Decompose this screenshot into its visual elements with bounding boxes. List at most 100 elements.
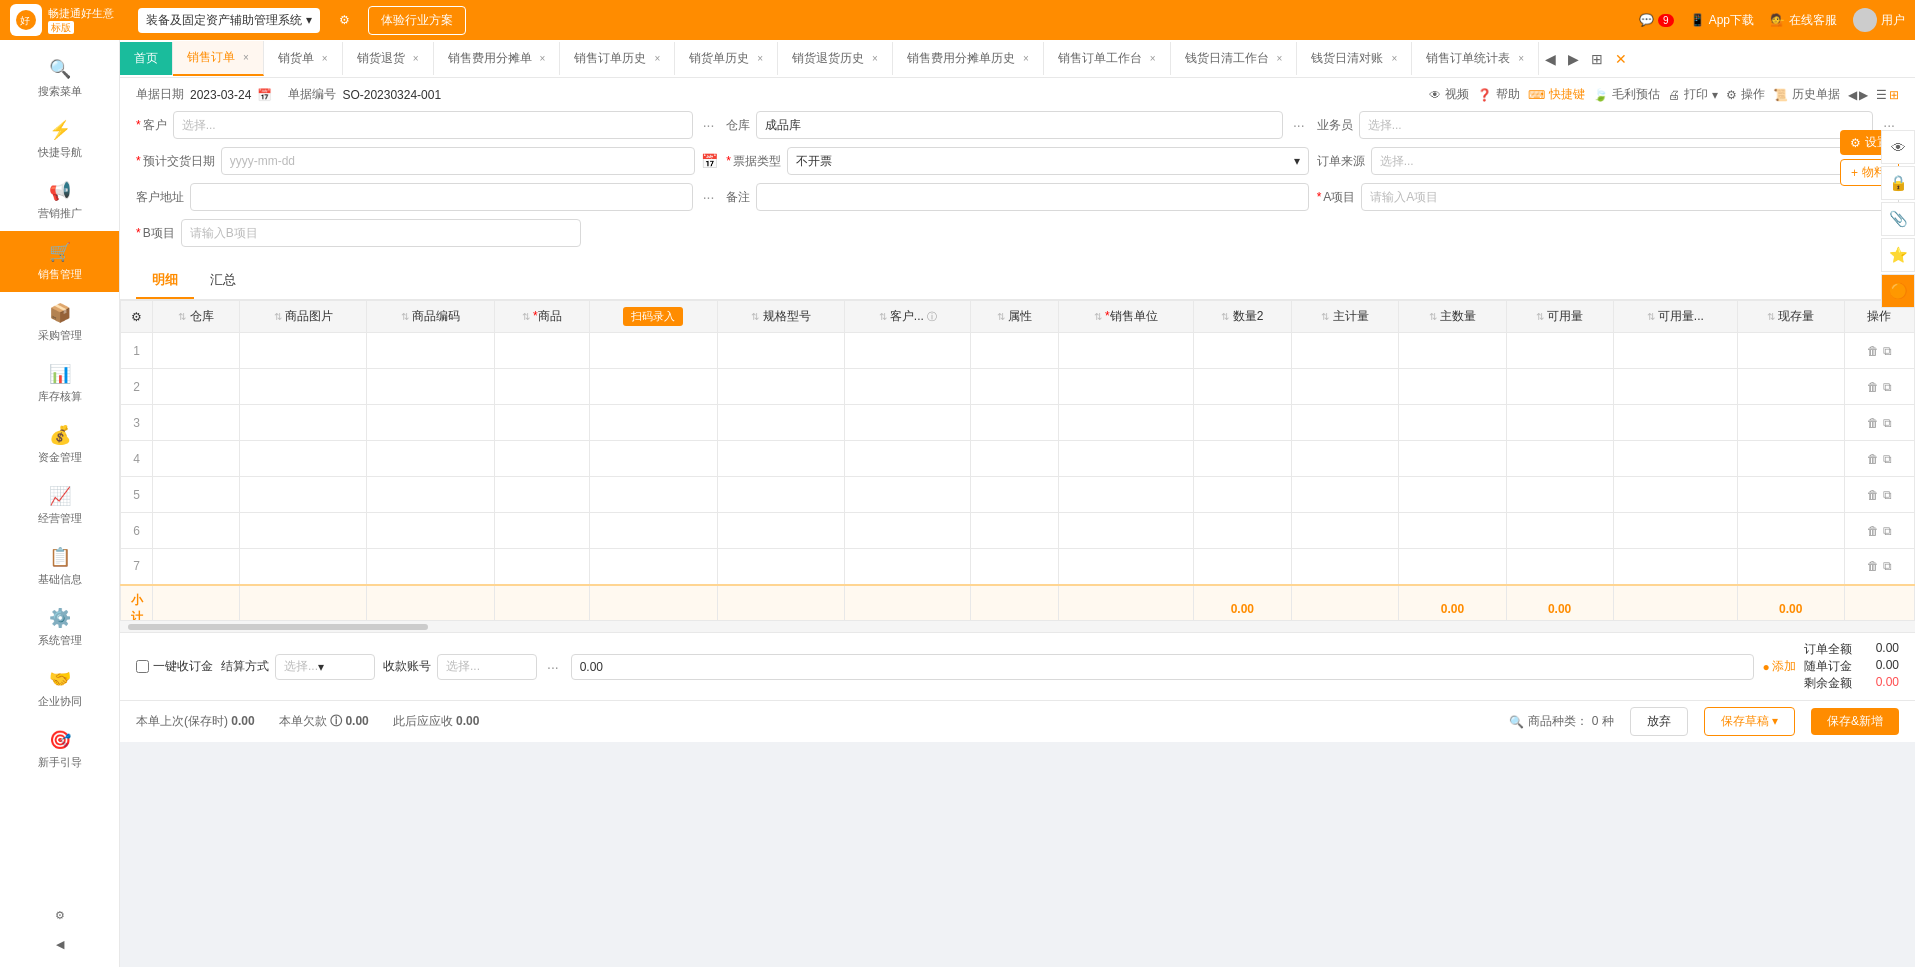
prev-record-btn[interactable]: ◀ [1848,88,1857,102]
cell-quantity2[interactable] [1193,477,1291,513]
sidebar-item-enterprise[interactable]: 🤝 企业协同 [0,658,119,719]
cell-spec[interactable] [718,477,845,513]
copy-icon[interactable]: ⧉ [1883,416,1892,430]
cell-main-qty[interactable] [1399,441,1506,477]
sidebar-item-guide[interactable]: 🎯 新手引导 [0,719,119,780]
tab-close-all-btn[interactable]: ✕ [1609,43,1633,75]
cell-image[interactable] [240,513,367,549]
cell-attributes[interactable] [971,477,1058,513]
cell-spec[interactable] [718,369,845,405]
cell-customer-code[interactable] [845,405,971,441]
cell-current-qty[interactable] [1737,333,1844,369]
payment-method-select[interactable]: 选择... ▾ [275,654,375,680]
sidebar-item-purchase[interactable]: 📦 采购管理 [0,292,119,353]
add-btn[interactable]: ● 添加 [1762,658,1795,675]
cell-code[interactable] [367,549,494,585]
cell-main-unit[interactable] [1292,513,1399,549]
sidebar-item-system[interactable]: ⚙️ 系统管理 [0,597,119,658]
tab-order-workbench[interactable]: 销售订单工作台 × [1044,42,1171,75]
cell-main-unit[interactable] [1292,333,1399,369]
cell-actions[interactable]: 🗑 ⧉ [1844,513,1914,549]
cell-code[interactable] [367,369,494,405]
tab-close-icon[interactable]: × [1150,53,1156,64]
cell-main-qty[interactable] [1399,405,1506,441]
sidebar-settings-btn[interactable]: ⚙ [0,901,119,930]
amount-input[interactable]: 0.00 [571,654,1755,680]
sidebar-item-marketing[interactable]: 📢 营销推广 [0,170,119,231]
receipt-dots-btn[interactable]: ··· [543,659,563,675]
delete-icon[interactable]: 🗑 [1867,452,1879,466]
cell-sales-unit[interactable] [1058,405,1193,441]
industry-btn[interactable]: 体验行业方案 [368,6,466,35]
cell-main-unit[interactable] [1292,405,1399,441]
cell-available-qty[interactable] [1506,477,1613,513]
address-input-wrap[interactable] [190,183,693,211]
cell-attributes[interactable] [971,513,1058,549]
discard-btn[interactable]: 放弃 [1630,707,1688,736]
cell-image[interactable] [240,333,367,369]
settings-icon[interactable]: ⚙ [328,4,360,36]
cell-spec[interactable] [718,513,845,549]
print-dropdown-icon[interactable]: ▾ [1712,88,1718,102]
delete-icon[interactable]: 🗑 [1867,524,1879,538]
cell-product[interactable] [494,441,589,477]
system-selector[interactable]: 装备及固定资产辅助管理系统 ▾ [138,8,320,33]
copy-icon[interactable]: ⧉ [1883,380,1892,394]
one-click-checkout-checkbox[interactable]: 一键收订金 [136,658,213,675]
delete-icon[interactable]: 🗑 [1867,559,1879,573]
tab-close-icon[interactable]: × [757,53,763,64]
tab-close-icon[interactable]: × [1518,53,1524,64]
tab-close-icon[interactable]: × [654,53,660,64]
cell-main-unit[interactable] [1292,549,1399,585]
cell-attributes[interactable] [971,441,1058,477]
cell-main-qty[interactable] [1399,333,1506,369]
tab-close-icon[interactable]: × [322,53,328,64]
cell-product[interactable] [494,333,589,369]
print-action[interactable]: 🖨 打印 ▾ [1668,86,1718,103]
cell-sales-unit[interactable] [1058,513,1193,549]
tab-sales-delivery[interactable]: 销货退货 × [343,42,434,75]
cell-code[interactable] [367,513,494,549]
cell-spec[interactable] [718,405,845,441]
tab-close-icon[interactable]: × [540,53,546,64]
tab-fee-split[interactable]: 销售费用分摊单 × [434,42,561,75]
tab-next-btn[interactable]: ▶ [1562,43,1585,75]
sidebar-item-sales[interactable]: 🛒 销售管理 [0,231,119,292]
tab-home[interactable]: 首页 [120,42,173,75]
cell-sales-unit[interactable] [1058,441,1193,477]
cell-main-unit[interactable] [1292,477,1399,513]
customer-dots-btn[interactable]: ··· [699,117,719,133]
tab-cash-daily[interactable]: 钱货日清工作台 × [1171,42,1298,75]
operations-action[interactable]: ⚙ 操作 [1726,86,1765,103]
next-record-btn[interactable]: ▶ [1859,88,1868,102]
tab-close-icon[interactable]: × [872,53,878,64]
cell-quantity2[interactable] [1193,333,1291,369]
cell-quantity2[interactable] [1193,441,1291,477]
payment-dropdown-icon[interactable]: ▾ [318,660,324,674]
tab-sales-order[interactable]: 销售订单 × [173,41,264,76]
cell-spec[interactable] [718,333,845,369]
cell-customer-code[interactable] [845,333,971,369]
sidebar-item-inventory[interactable]: 📊 库存核算 [0,353,119,414]
tab-expand-btn[interactable]: ⊞ [1585,43,1609,75]
message-btn[interactable]: 💬 9 [1639,13,1674,27]
customer-input-wrap[interactable]: 选择... [173,111,693,139]
cell-sales-unit[interactable] [1058,333,1193,369]
order-source-input-wrap[interactable]: 选择... ▾ [1371,147,1899,175]
sidebar-collapse-btn[interactable]: ◀ [0,930,119,959]
calendar-icon[interactable]: 📅 [257,88,272,102]
delete-icon[interactable]: 🗑 [1867,344,1879,358]
cell-available-detail[interactable] [1613,549,1737,585]
a-project-input-wrap[interactable]: 请输入A项目 [1361,183,1899,211]
app-download-btn[interactable]: 📱 App下载 [1690,12,1754,29]
cell-current-qty[interactable] [1737,405,1844,441]
cell-actions[interactable]: 🗑 ⧉ [1844,441,1914,477]
cell-available-qty[interactable] [1506,513,1613,549]
right-panel-btn-2[interactable]: 🔒 [1881,166,1915,200]
col-scan[interactable]: 扫码录入 [589,301,717,333]
save-draft-btn[interactable]: 保存草稿 ▾ [1704,707,1795,736]
delete-icon[interactable]: 🗑 [1867,380,1879,394]
cell-product[interactable] [494,405,589,441]
help-action[interactable]: ❓ 帮助 [1477,86,1520,103]
cell-available-detail[interactable] [1613,441,1737,477]
